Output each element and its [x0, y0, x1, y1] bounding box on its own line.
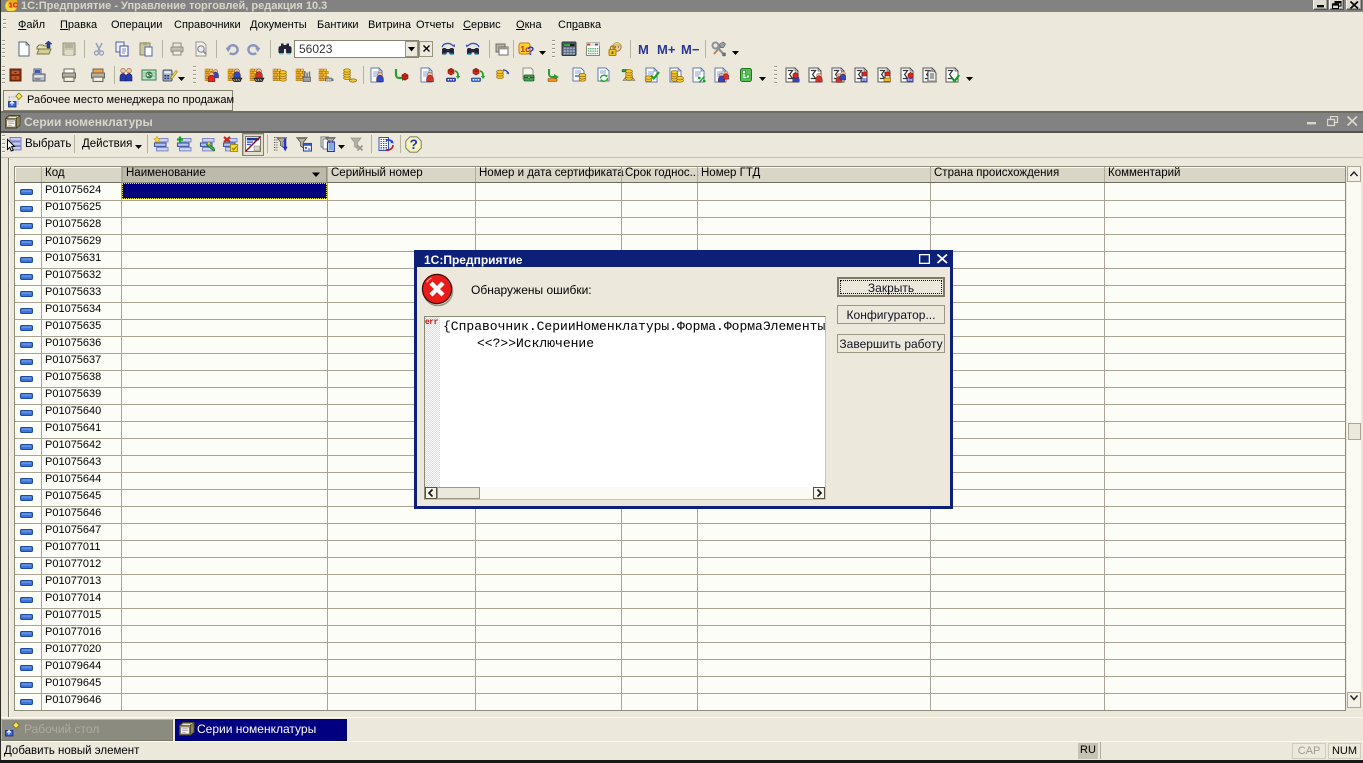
- svg-text:?: ?: [410, 137, 418, 152]
- svg-text:1С: 1С: [9, 0, 18, 9]
- svg-text:?: ?: [527, 44, 534, 57]
